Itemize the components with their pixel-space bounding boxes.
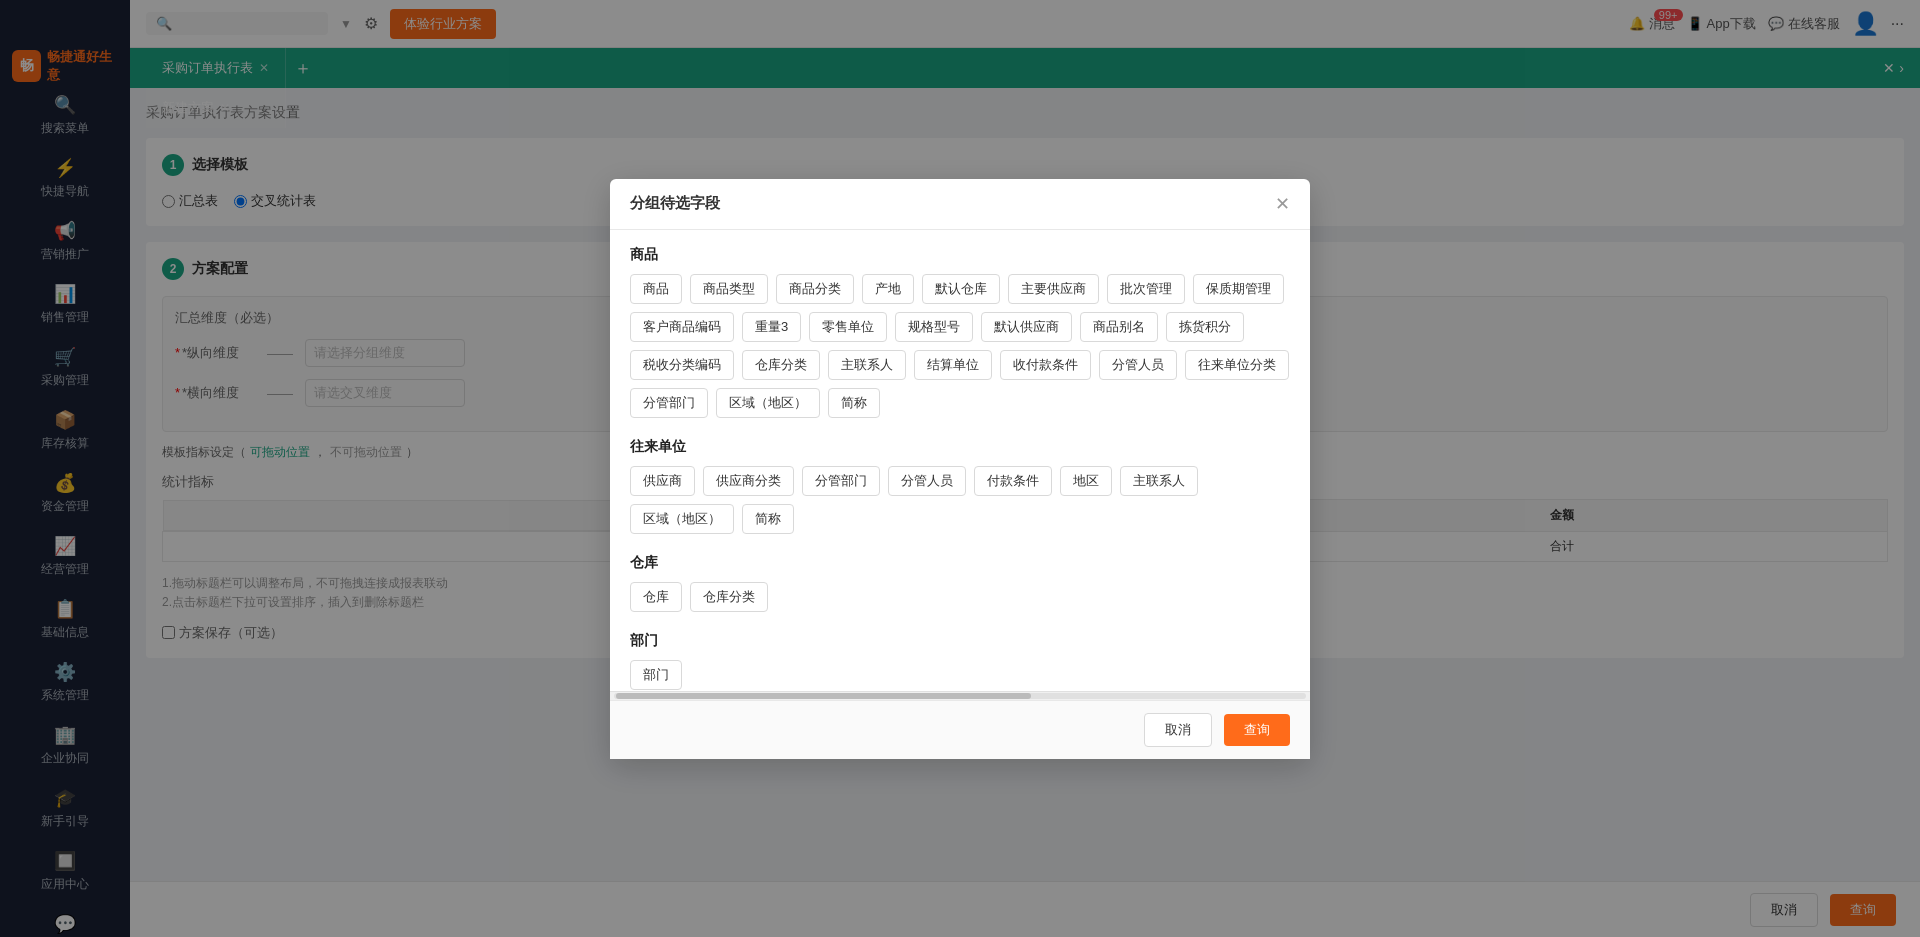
modal-footer: 取消 查询 [610,700,1310,759]
field-tag-product-5[interactable]: 主要供应商 [1008,274,1099,304]
field-tag-partner-3[interactable]: 分管人员 [888,466,966,496]
field-tag-product-4[interactable]: 默认仓库 [922,274,1000,304]
field-tag-product-1[interactable]: 商品类型 [690,274,768,304]
scrollbar-track [614,693,1306,699]
modal-cancel-button[interactable]: 取消 [1144,713,1212,747]
modal-confirm-button[interactable]: 查询 [1224,714,1290,746]
field-tag-product-19[interactable]: 收付款条件 [1000,350,1091,380]
field-tag-product-3[interactable]: 产地 [862,274,914,304]
field-section-title-product: 商品 [630,246,1290,264]
field-tag-partner-1[interactable]: 供应商分类 [703,466,794,496]
field-tag-partner-0[interactable]: 供应商 [630,466,695,496]
field-tag-product-21[interactable]: 往来单位分类 [1185,350,1289,380]
modal-body: 商品商品商品类型商品分类产地默认仓库主要供应商批次管理保质期管理客户商品编码重量… [610,230,1310,692]
field-tag-product-11[interactable]: 规格型号 [895,312,973,342]
field-tag-department-0[interactable]: 部门 [630,660,682,690]
field-tags-department: 部门 [630,660,1290,690]
field-tag-product-9[interactable]: 重量3 [742,312,801,342]
modal-close-button[interactable]: ✕ [1275,193,1290,215]
field-section-title-warehouse: 仓库 [630,554,1290,572]
field-section-product: 商品商品商品类型商品分类产地默认仓库主要供应商批次管理保质期管理客户商品编码重量… [630,246,1290,418]
field-tag-product-14[interactable]: 拣货积分 [1166,312,1244,342]
field-section-title-department: 部门 [630,632,1290,650]
modal-title: 分组待选字段 [630,194,720,213]
field-tag-product-22[interactable]: 分管部门 [630,388,708,418]
field-tag-partner-6[interactable]: 主联系人 [1120,466,1198,496]
field-tag-product-7[interactable]: 保质期管理 [1193,274,1284,304]
field-tag-product-24[interactable]: 简称 [828,388,880,418]
field-tag-product-16[interactable]: 仓库分类 [742,350,820,380]
field-tag-partner-4[interactable]: 付款条件 [974,466,1052,496]
field-tag-partner-2[interactable]: 分管部门 [802,466,880,496]
field-tags-warehouse: 仓库仓库分类 [630,582,1290,612]
modal-header: 分组待选字段 ✕ [610,179,1310,230]
field-section-partner: 往来单位供应商供应商分类分管部门分管人员付款条件地区主联系人区域（地区） 简称 [630,438,1290,534]
field-tag-product-18[interactable]: 结算单位 [914,350,992,380]
field-section-title-partner: 往来单位 [630,438,1290,456]
field-tag-product-0[interactable]: 商品 [630,274,682,304]
field-tag-product-6[interactable]: 批次管理 [1107,274,1185,304]
field-select-modal: 分组待选字段 ✕ 商品商品商品类型商品分类产地默认仓库主要供应商批次管理保质期管… [610,179,1310,759]
field-section-warehouse: 仓库仓库仓库分类 [630,554,1290,612]
field-tag-product-2[interactable]: 商品分类 [776,274,854,304]
field-tag-product-8[interactable]: 客户商品编码 [630,312,734,342]
scrollbar-thumb [616,693,1031,699]
field-tag-partner-7[interactable]: 区域（地区） [630,504,734,534]
modal-overlay: 分组待选字段 ✕ 商品商品商品类型商品分类产地默认仓库主要供应商批次管理保质期管… [0,0,1920,937]
field-tag-product-15[interactable]: 税收分类编码 [630,350,734,380]
field-tag-product-12[interactable]: 默认供应商 [981,312,1072,342]
field-tag-product-13[interactable]: 商品别名 [1080,312,1158,342]
field-tag-product-10[interactable]: 零售单位 [809,312,887,342]
field-tag-partner-8[interactable]: 简称 [742,504,794,534]
field-section-department: 部门部门 [630,632,1290,690]
field-tag-partner-5[interactable]: 地区 [1060,466,1112,496]
field-tag-product-20[interactable]: 分管人员 [1099,350,1177,380]
field-tag-product-17[interactable]: 主联系人 [828,350,906,380]
field-tags-product: 商品商品类型商品分类产地默认仓库主要供应商批次管理保质期管理客户商品编码重量3 零… [630,274,1290,418]
field-tag-product-23[interactable]: 区域（地区） [716,388,820,418]
field-tag-warehouse-1[interactable]: 仓库分类 [690,582,768,612]
modal-horizontal-scrollbar[interactable] [610,691,1310,699]
field-tag-warehouse-0[interactable]: 仓库 [630,582,682,612]
field-tags-partner: 供应商供应商分类分管部门分管人员付款条件地区主联系人区域（地区） 简称 [630,466,1290,534]
